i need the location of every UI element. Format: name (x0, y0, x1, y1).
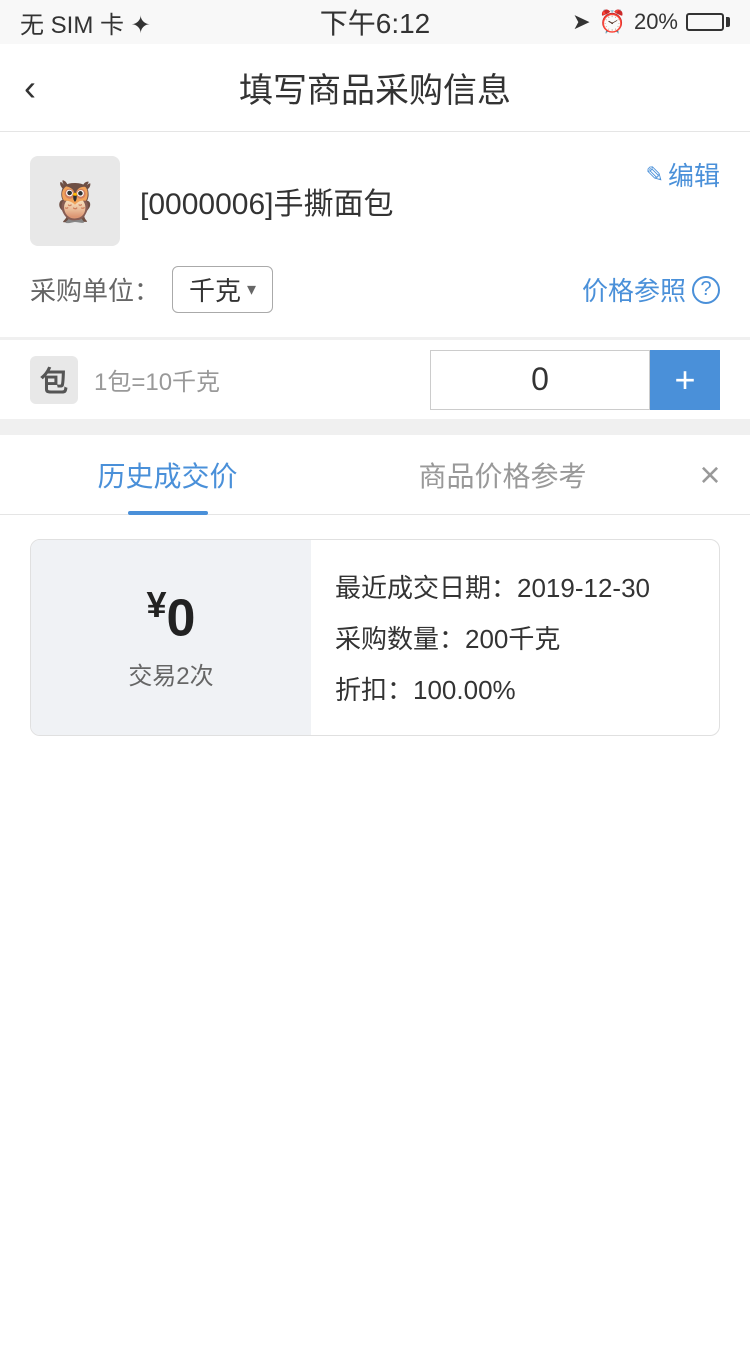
page-title: 填写商品采购信息 (239, 63, 511, 112)
unit-conversion: 1包=10千克 (94, 362, 220, 397)
product-unit-row: 采购单位： 千克 ▾ 价格参照 ? (30, 266, 720, 313)
product-name: [0000006]手撕面包 (140, 179, 393, 223)
price-value: 0 (167, 589, 196, 647)
unit-value: 千克 (189, 271, 241, 308)
product-thumbnail: 🦉 (30, 156, 120, 246)
purchase-qty-label: 采购数量： (335, 624, 465, 654)
product-section: 🦉 [0000006]手撕面包 ✎ 编辑 采购单位： 千克 ▾ 价格参照 ? (0, 132, 750, 337)
discount-row: 折扣：100.00% (335, 670, 695, 707)
recent-date-value: 2019-12-30 (517, 573, 650, 603)
close-icon: × (699, 454, 720, 496)
price-reference-button[interactable]: 价格参照 ? (582, 271, 720, 308)
tabs-header: 历史成交价 商品价格参考 × (0, 435, 750, 515)
back-button[interactable]: ‹ (24, 67, 36, 109)
tab-history-label: 历史成交价 (97, 455, 237, 495)
plus-icon: + (674, 359, 695, 401)
status-time: 下午6:12 (320, 2, 431, 42)
location-icon: ➤ (572, 9, 590, 35)
card-details-section: 最近成交日期：2019-12-30 采购数量：200千克 折扣：100.00% (311, 540, 719, 735)
bottom-space (0, 760, 750, 1360)
unit-box-icon: 包 (30, 356, 78, 404)
currency-symbol: ¥ (147, 584, 167, 625)
qty-left: 包 1包=10千克 (30, 356, 220, 404)
discount-value: 100.00% (413, 675, 516, 705)
tab-price-ref-label: 商品价格参考 (418, 455, 586, 495)
qty-right: 0 + (430, 350, 720, 410)
status-right: ➤ ⏰ 20% (572, 9, 730, 35)
edit-label: 编辑 (668, 156, 720, 193)
tab-history-price[interactable]: 历史成交价 (0, 435, 335, 515)
quantity-value: 0 (531, 361, 549, 398)
discount-label: 折扣： (335, 675, 413, 705)
recent-date-row: 最近成交日期：2019-12-30 (335, 568, 695, 605)
quantity-section: 包 1包=10千克 0 + (0, 339, 750, 419)
unit-select-button[interactable]: 千克 ▾ (172, 266, 273, 313)
sim-text: 无 SIM 卡 ✦ (20, 5, 151, 40)
card-price-section: ¥0 交易2次 (31, 540, 311, 735)
status-left: 无 SIM 卡 ✦ (20, 5, 151, 40)
battery-icon (686, 13, 730, 31)
battery-percent: 20% (634, 9, 678, 35)
edit-button[interactable]: ✎ 编辑 (646, 156, 720, 193)
product-image: 🦉 (50, 178, 100, 225)
unit-left: 采购单位： 千克 ▾ (30, 266, 273, 313)
transaction-area: ¥0 交易2次 最近成交日期：2019-12-30 采购数量：200千克 折扣：… (0, 515, 750, 760)
transaction-price: ¥0 (147, 584, 196, 648)
edit-icon: ✎ (646, 162, 664, 188)
recent-date-label: 最近成交日期： (335, 573, 517, 603)
tab-close-button[interactable]: × (670, 454, 750, 496)
transaction-card: ¥0 交易2次 最近成交日期：2019-12-30 采购数量：200千克 折扣：… (30, 539, 720, 736)
quantity-input[interactable]: 0 (430, 350, 650, 410)
purchase-quantity-row: 采购数量：200千克 (335, 619, 695, 656)
nav-bar: ‹ 填写商品采购信息 (0, 44, 750, 132)
price-ref-label: 价格参照 (582, 271, 686, 308)
section-divider (0, 419, 750, 435)
status-bar: 无 SIM 卡 ✦ 下午6:12 ➤ ⏰ 20% (0, 0, 750, 44)
tab-price-reference[interactable]: 商品价格参考 (335, 435, 670, 515)
plus-button[interactable]: + (650, 350, 720, 410)
trade-count: 交易2次 (128, 656, 213, 691)
purchase-qty-value: 200千克 (465, 624, 560, 654)
unit-label: 采购单位： (30, 271, 160, 308)
info-icon: ? (692, 276, 720, 304)
product-header: 🦉 [0000006]手撕面包 ✎ 编辑 (30, 156, 720, 246)
product-left: 🦉 [0000006]手撕面包 (30, 156, 393, 246)
unit-box-label: 包 (40, 360, 68, 400)
alarm-icon: ⏰ (599, 9, 626, 35)
chevron-down-icon: ▾ (247, 279, 256, 300)
tabs-section: 历史成交价 商品价格参考 × ¥0 交易2次 最近成交日期：2019-12-30… (0, 435, 750, 760)
